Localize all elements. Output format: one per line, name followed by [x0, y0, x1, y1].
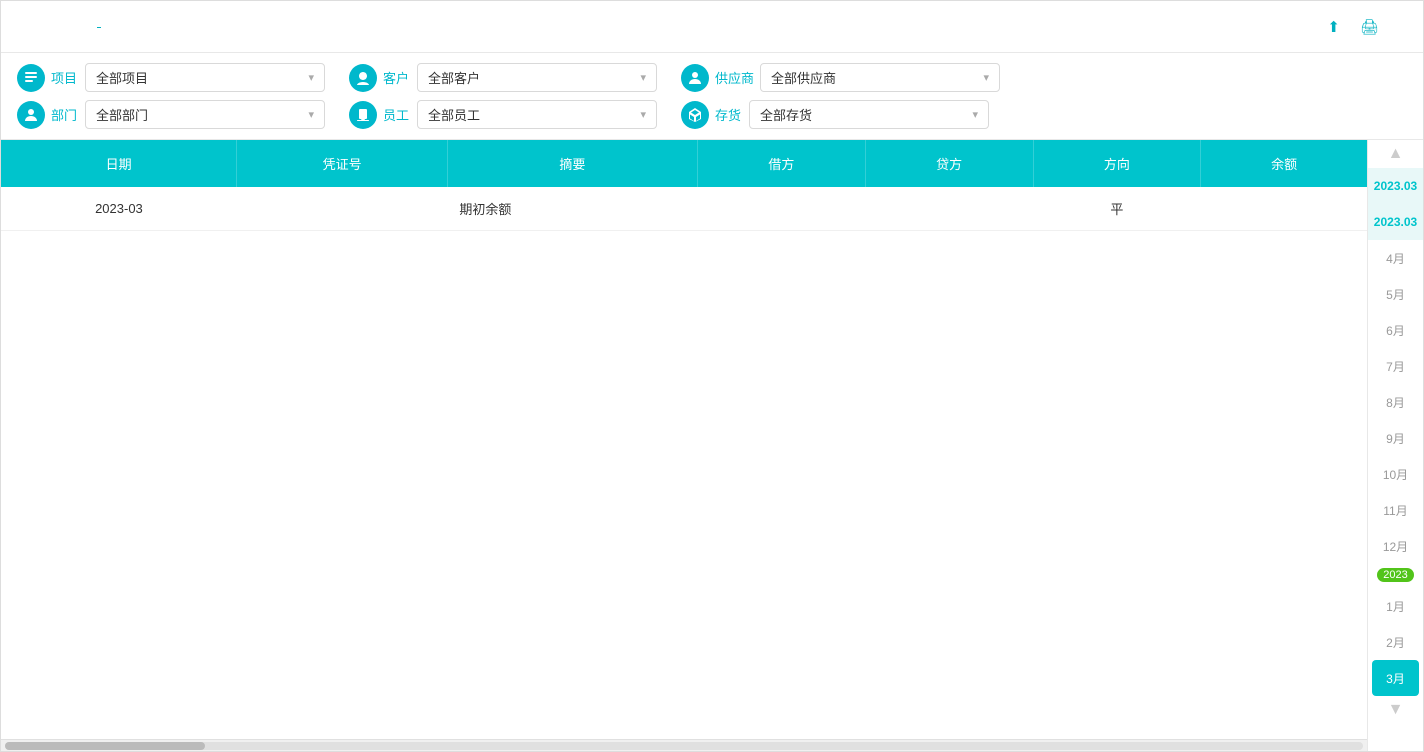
inventory-label: 存货 [715, 105, 743, 124]
download-icon: ⬆ [1327, 18, 1340, 36]
table-area: 日期 凭证号 摘要 借方 贷方 方向 余额 2023-03 期初余额 平 [1, 140, 1367, 751]
department-label: 部门 [51, 105, 79, 124]
cell-debit [697, 187, 865, 231]
timeline-item[interactable]: 11月 [1368, 492, 1423, 528]
timeline-year-badge: 2023 [1377, 568, 1413, 582]
supplier-label: 供应商 [715, 68, 754, 87]
employee-select-arrow: ▾ [640, 108, 646, 121]
customer-label: 客户 [383, 68, 411, 87]
timeline-down-button[interactable]: ▼ [1368, 696, 1423, 724]
col-date: 日期 [1, 140, 237, 187]
timeline-year-row: 2023 [1368, 564, 1423, 588]
project-icon [17, 64, 45, 92]
inventory-select[interactable]: 全部存货 ▾ [749, 100, 989, 129]
department-value: 全部部门 [96, 105, 148, 124]
filter-row-2: 部门 全部部门 ▾ 员工 全部员工 ▾ [17, 100, 1407, 129]
timeline-item[interactable]: 2023.03 [1368, 204, 1423, 240]
filter-row-1: 项目 全部项目 ▾ 客户 全部客户 ▾ [17, 63, 1407, 92]
customer-select-arrow: ▾ [640, 71, 646, 84]
next-arrow[interactable] [49, 25, 57, 29]
col-direction: 方向 [1033, 140, 1201, 187]
col-debit: 借方 [697, 140, 865, 187]
inventory-value: 全部存货 [760, 105, 812, 124]
title-left [17, 25, 101, 29]
table-row: 2023-03 期初余额 平 [1, 187, 1367, 231]
project-value: 全部项目 [96, 68, 148, 87]
title-bar: ⬆ 🖨 [1, 1, 1423, 53]
scrollbar-track [5, 742, 1363, 750]
download-button[interactable]: ⬆ [1327, 18, 1344, 36]
show-sub-button[interactable] [97, 26, 101, 28]
department-select[interactable]: 全部部门 ▾ [85, 100, 325, 129]
customer-value: 全部客户 [428, 68, 480, 87]
cell-voucher [237, 187, 448, 231]
table-spacer [1, 231, 1367, 739]
department-icon [17, 101, 45, 129]
col-balance: 余额 [1201, 140, 1367, 187]
filter-area: 项目 全部项目 ▾ 客户 全部客户 ▾ [1, 53, 1423, 140]
timeline-item[interactable]: 1月 [1368, 588, 1423, 624]
timeline-item[interactable]: 6月 [1368, 312, 1423, 348]
customer-select[interactable]: 全部客户 ▾ [417, 63, 657, 92]
data-table: 日期 凭证号 摘要 借方 贷方 方向 余额 2023-03 期初余额 平 [1, 140, 1367, 231]
timeline-item[interactable]: 8月 [1368, 384, 1423, 420]
filter-item-employee: 员工 全部员工 ▾ [349, 100, 669, 129]
col-credit: 贷方 [865, 140, 1033, 187]
title-actions: ⬆ 🖨 [1327, 18, 1407, 36]
cell-summary: 期初余额 [447, 187, 697, 231]
employee-label: 员工 [383, 105, 411, 124]
scrollbar-thumb [5, 742, 205, 750]
timeline-item[interactable]: 12月 [1368, 528, 1423, 564]
supplier-icon [681, 64, 709, 92]
horizontal-scrollbar[interactable] [1, 739, 1367, 751]
table-header-row: 日期 凭证号 摘要 借方 贷方 方向 余额 [1, 140, 1367, 187]
cell-credit [865, 187, 1033, 231]
filter-item-inventory: 存货 全部存货 ▾ [681, 100, 1001, 129]
supplier-value: 全部供应商 [771, 68, 836, 87]
timeline-item[interactable]: 2023.03 [1368, 168, 1423, 204]
prev-arrow[interactable] [17, 25, 25, 29]
timeline-item[interactable]: 2月 [1368, 624, 1423, 660]
supplier-select[interactable]: 全部供应商 ▾ [760, 63, 1000, 92]
project-label: 项目 [51, 68, 79, 87]
print-icon: 🖨 [1360, 18, 1379, 36]
employee-value: 全部员工 [428, 105, 480, 124]
timeline-item[interactable]: 4月 [1368, 240, 1423, 276]
cell-direction: 平 [1033, 187, 1201, 231]
print-button[interactable]: 🖨 [1360, 18, 1383, 36]
main-window: ⬆ 🖨 项目 全部项目 ▾ [0, 0, 1424, 752]
timeline-item[interactable]: 7月 [1368, 348, 1423, 384]
timeline-item[interactable]: 9月 [1368, 420, 1423, 456]
timeline-item-selected[interactable]: 3月 [1372, 660, 1419, 696]
filter-item-project: 项目 全部项目 ▾ [17, 63, 337, 92]
inventory-icon [681, 101, 709, 129]
filter-item-supplier: 供应商 全部供应商 ▾ [681, 63, 1001, 92]
col-voucher: 凭证号 [237, 140, 448, 187]
timeline-item[interactable]: 10月 [1368, 456, 1423, 492]
col-summary: 摘要 [447, 140, 697, 187]
filter-item-department: 部门 全部部门 ▾ [17, 100, 337, 129]
filter-item-customer: 客户 全部客户 ▾ [349, 63, 669, 92]
project-select[interactable]: 全部项目 ▾ [85, 63, 325, 92]
customer-icon [349, 64, 377, 92]
cell-date: 2023-03 [1, 187, 237, 231]
employee-select[interactable]: 全部员工 ▾ [417, 100, 657, 129]
cell-balance [1201, 187, 1367, 231]
inventory-select-arrow: ▾ [972, 108, 978, 121]
main-content: 日期 凭证号 摘要 借方 贷方 方向 余额 2023-03 期初余额 平 [1, 140, 1423, 751]
timeline-up-button[interactable]: ▲ [1368, 140, 1423, 168]
employee-icon [349, 101, 377, 129]
supplier-select-arrow: ▾ [983, 71, 989, 84]
department-select-arrow: ▾ [308, 108, 314, 121]
timeline-sidebar: ▲ 2023.032023.034月5月6月7月8月9月10月11月12月202… [1367, 140, 1423, 751]
project-select-arrow: ▾ [308, 71, 314, 84]
timeline-item[interactable]: 5月 [1368, 276, 1423, 312]
